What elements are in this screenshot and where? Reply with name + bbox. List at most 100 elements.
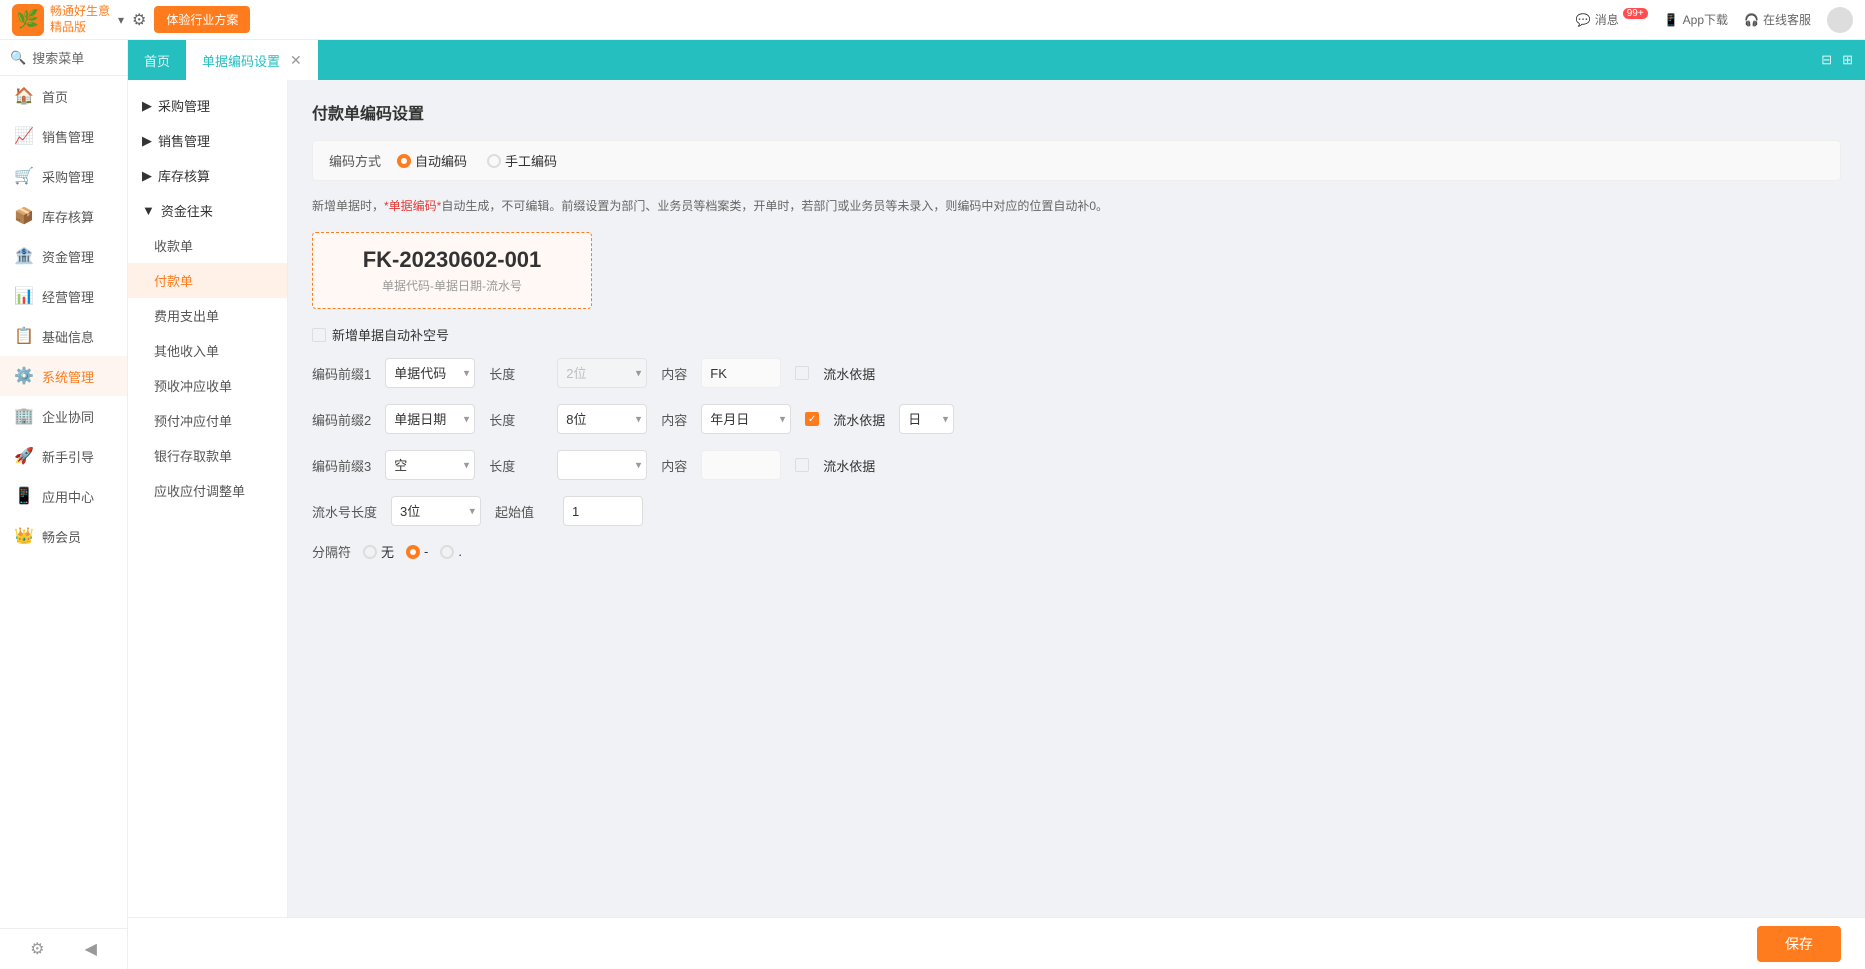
sub-item-ar-ap-adjust[interactable]: 应收应付调整单 — [128, 473, 287, 508]
stream2-unit-select[interactable]: 日 — [899, 404, 954, 434]
prefix-row-2: 编码前缀2 单据日期 长度 8位 内容 年月日 — [312, 404, 1841, 434]
settings-bottom-icon[interactable]: ⚙ — [30, 939, 44, 959]
stream3-checkbox[interactable] — [795, 458, 809, 472]
footer-bar: 保存 — [128, 917, 1865, 969]
sidebar-item-system[interactable]: ⚙️ 系统管理 — [0, 356, 127, 396]
member-icon: 👑 — [14, 526, 34, 546]
app-download-item[interactable]: 📱 App下载 — [1664, 11, 1728, 28]
home-icon: 🏠 — [14, 86, 34, 106]
sidebar-item-apps[interactable]: 📱 应用中心 — [0, 476, 127, 516]
sidebar-item-sales[interactable]: 📈 销售管理 — [0, 116, 127, 156]
inventory-icon: 📦 — [14, 206, 34, 226]
serial-length-label: 流水号长度 — [312, 502, 377, 521]
length1-select[interactable]: 2位 — [557, 358, 647, 388]
stream2-checkbox[interactable] — [805, 412, 819, 426]
sep-none-option[interactable]: 无 — [363, 542, 394, 561]
auto-encode-option[interactable]: 自动编码 — [397, 151, 467, 170]
apps-icon: 📱 — [14, 486, 34, 506]
manual-encode-option[interactable]: 手工编码 — [487, 151, 557, 170]
length3-label: 长度 — [489, 456, 543, 475]
sidebar-item-member[interactable]: 👑 畅会员 — [0, 516, 127, 556]
enterprise-icon: 🏢 — [14, 406, 34, 426]
group-sales-title[interactable]: ▶ 销售管理 — [128, 123, 287, 158]
sidebar-item-enterprise[interactable]: 🏢 企业协同 — [0, 396, 127, 436]
serial-number-row: 流水号长度 3位 起始值 — [312, 496, 1841, 526]
prefix1-select[interactable]: 单据代码 — [385, 358, 475, 388]
tab-expand: ⊟ ⊞ — [318, 52, 1865, 68]
basic-icon: 📋 — [14, 326, 34, 346]
manual-encode-radio[interactable] — [487, 154, 501, 168]
sep-none-radio[interactable] — [363, 545, 377, 559]
sub-sidebar: ▶ 采购管理 ▶ 销售管理 ▶ 库存核算 ▼ 资金往来 — [128, 80, 288, 969]
message-item[interactable]: 💬 消息 99+ — [1576, 11, 1648, 28]
content-area: ▶ 采购管理 ▶ 销售管理 ▶ 库存核算 ▼ 资金往来 — [128, 80, 1865, 969]
length1-select-wrapper: 2位 — [557, 358, 647, 388]
prefix3-select[interactable]: 空 — [385, 450, 475, 480]
sep-dash-radio[interactable] — [406, 545, 420, 559]
prefix2-label: 编码前缀2 — [312, 410, 371, 429]
stream1-checkbox[interactable] — [795, 366, 809, 380]
sep-dot-option[interactable]: . — [440, 544, 462, 559]
sub-item-prepay-pay[interactable]: 预付冲应付单 — [128, 403, 287, 438]
purchase-icon: 🛒 — [14, 166, 34, 186]
tab-close-icon[interactable]: ✕ — [290, 52, 302, 69]
message-badge: 99+ — [1623, 8, 1648, 19]
guide-icon: 🚀 — [14, 446, 34, 466]
online-service-item[interactable]: 🎧 在线客服 — [1744, 11, 1811, 28]
sidebar-item-home[interactable]: 🏠 首页 — [0, 76, 127, 116]
avatar[interactable] — [1827, 7, 1853, 33]
topbar-dropdown[interactable]: ▾ — [118, 13, 124, 27]
topbar-right: 💬 消息 99+ 📱 App下载 🎧 在线客服 — [1576, 7, 1853, 33]
sub-item-payment[interactable]: 付款单 — [128, 263, 287, 298]
group-capital-title[interactable]: ▼ 资金往来 — [128, 193, 287, 228]
sidebar-item-operations[interactable]: 📊 经营管理 — [0, 276, 127, 316]
sidebar-item-guide[interactable]: 🚀 新手引导 — [0, 436, 127, 476]
content2-tag: 内容 — [661, 410, 687, 429]
sidebar-search[interactable]: 🔍 搜索菜单 — [0, 40, 127, 76]
sidebar-item-purchase[interactable]: 🛒 采购管理 — [0, 156, 127, 196]
sidebar-item-finance[interactable]: 🏦 资金管理 — [0, 236, 127, 276]
tab-home[interactable]: 首页 — [128, 40, 186, 80]
prefix2-select-wrapper: 单据日期 — [385, 404, 475, 434]
stream2-label: 流水依据 — [833, 410, 885, 429]
prefix2-select[interactable]: 单据日期 — [385, 404, 475, 434]
tab-serial-settings[interactable]: 单据编码设置 ✕ — [186, 40, 318, 80]
minimize-icon[interactable]: ⊟ — [1821, 52, 1832, 68]
main-content: 付款单编码设置 编码方式 自动编码 手工编码 新增单据时，*单据编码*自动生成，… — [288, 80, 1865, 969]
encoding-method-group: 编码方式 自动编码 手工编码 — [312, 140, 1841, 181]
sub-item-other-income[interactable]: 其他收入单 — [128, 333, 287, 368]
sub-item-expense[interactable]: 费用支出单 — [128, 298, 287, 333]
service-icon: 🎧 — [1744, 13, 1759, 27]
group-inventory-title[interactable]: ▶ 库存核算 — [128, 158, 287, 193]
sidebar-item-inventory[interactable]: 📦 库存核算 — [0, 196, 127, 236]
sidebar-item-basic[interactable]: 📋 基础信息 — [0, 316, 127, 356]
content1-value: FK — [701, 358, 781, 388]
auto-encode-radio[interactable] — [397, 154, 411, 168]
sub-item-bank-deposit[interactable]: 银行存取款单 — [128, 438, 287, 473]
group-sales: ▶ 销售管理 — [128, 123, 287, 158]
length2-select[interactable]: 8位 — [557, 404, 647, 434]
length3-select[interactable] — [557, 450, 647, 480]
collapse-icon[interactable]: ◀ — [85, 939, 97, 959]
prefix1-select-wrapper: 单据代码 — [385, 358, 475, 388]
sep-dash-option[interactable]: - — [406, 544, 428, 559]
sub-item-receipt[interactable]: 收款单 — [128, 228, 287, 263]
content2-select[interactable]: 年月日 — [701, 404, 791, 434]
solution-button[interactable]: 体验行业方案 — [154, 6, 250, 33]
maximize-icon[interactable]: ⊞ — [1842, 52, 1853, 68]
sep-dot-radio[interactable] — [440, 545, 454, 559]
preview-code: FK-20230602-001 — [333, 247, 571, 273]
start-value-input[interactable] — [563, 496, 643, 526]
content3-tag: 内容 — [661, 456, 687, 475]
topbar: 🌿 畅通好生意 精品版 ▾ ⚙ 体验行业方案 💬 消息 99+ 📱 App下载 … — [0, 0, 1865, 40]
save-button[interactable]: 保存 — [1757, 926, 1841, 962]
sidebar: 🔍 搜索菜单 🏠 首页 📈 销售管理 🛒 采购管理 📦 库存核算 🏦 资金管理 … — [0, 40, 128, 969]
group-purchase: ▶ 采购管理 — [128, 88, 287, 123]
settings-icon[interactable]: ⚙ — [132, 10, 146, 30]
group-purchase-title[interactable]: ▶ 采购管理 — [128, 88, 287, 123]
sub-item-prepay-receive[interactable]: 预收冲应收单 — [128, 368, 287, 403]
chevron-right-icon: ▶ — [142, 98, 152, 114]
auto-fill-checkbox[interactable] — [312, 328, 326, 342]
serial-length-select[interactable]: 3位 — [391, 496, 481, 526]
group-capital: ▼ 资金往来 收款单 付款单 费用支出单 其他收入单 预收冲应收单 — [128, 193, 287, 508]
